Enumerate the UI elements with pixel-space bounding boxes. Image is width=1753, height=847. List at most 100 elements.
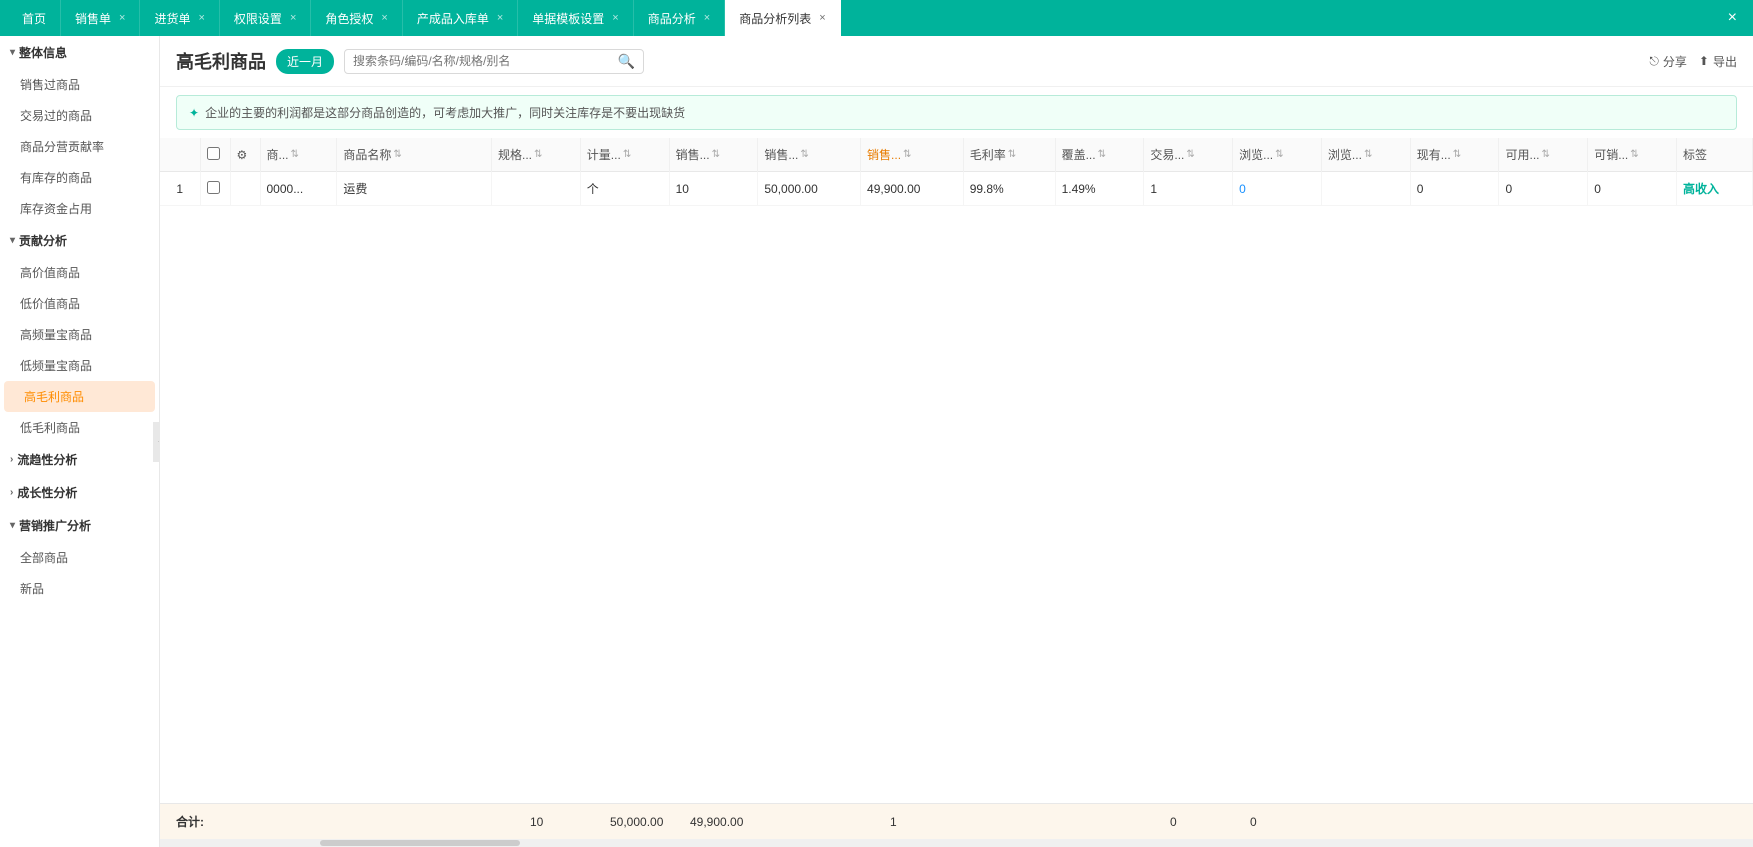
nav-home[interactable]: 首页 (8, 0, 61, 36)
sidebar-group-growth: › 成长性分析 (0, 476, 159, 509)
sidebar-item-stocked-goods[interactable]: 有库存的商品 (0, 162, 159, 193)
info-icon: ✦ (189, 106, 199, 120)
sort-sellable: ⇅ (1630, 149, 1638, 160)
main-layout: « ▾ 整体信息 销售过商品 交易过的商品 商品分营贡献率 有库存的商品 库存资… (0, 36, 1753, 847)
sidebar-item-high-value[interactable]: 高价值商品 (0, 257, 159, 288)
sidebar-group-asset-title[interactable]: ▾ 贡献分析 (0, 224, 159, 257)
col-tag: 标签 (1677, 138, 1753, 172)
cell-browse2 (1321, 172, 1410, 206)
footer-current-stock: 0 (1164, 815, 1244, 829)
sidebar-group-asset: ▾ 贡献分析 高价值商品 低价值商品 高频量宝商品 低频量宝商品 高毛利商品 低… (0, 224, 159, 443)
footer-available: 0 (1244, 815, 1324, 829)
cell-trade-times: 1 (1144, 172, 1233, 206)
nav-purchase[interactable]: 进货单 × (140, 0, 219, 36)
col-sales-qty[interactable]: 销售...⇅ (669, 138, 758, 172)
sidebar-item-low-freq[interactable]: 低频量宝商品 (0, 350, 159, 381)
table-header-row: ⚙ 商...⇅ 商品名称⇅ 规格...⇅ 计量...⇅ (160, 138, 1753, 172)
sidebar-item-traded-goods[interactable]: 交易过的商品 (0, 100, 159, 131)
sidebar-item-sales-goods[interactable]: 销售过商品 (0, 69, 159, 100)
close-goods-analysis[interactable]: × (704, 12, 710, 24)
sort-sales-profit: ⇅ (903, 149, 911, 160)
sort-current-stock: ⇅ (1453, 149, 1461, 160)
search-input[interactable] (353, 54, 612, 68)
nav-role[interactable]: 角色授权 × (311, 0, 402, 36)
close-goods-analysis-list[interactable]: × (819, 12, 825, 24)
sidebar-item-goods-contribution[interactable]: 商品分营贡献率 (0, 131, 159, 162)
sidebar-item-high-freq[interactable]: 高频量宝商品 (0, 319, 159, 350)
col-spec[interactable]: 规格...⇅ (492, 138, 581, 172)
horizontal-scrollbar-thumb[interactable] (320, 840, 520, 846)
col-available[interactable]: 可用...⇅ (1499, 138, 1588, 172)
sort-browse1: ⇅ (1275, 149, 1283, 160)
cell-row-num: 1 (160, 172, 200, 206)
sidebar-collapse-btn[interactable]: « (153, 422, 160, 462)
sidebar-item-inventory-ratio[interactable]: 库存资金占用 (0, 193, 159, 224)
col-browse2[interactable]: 浏览...⇅ (1321, 138, 1410, 172)
nav-goods-analysis[interactable]: 商品分析 × (634, 0, 725, 36)
sidebar-group-growth-title[interactable]: › 成长性分析 (0, 476, 159, 509)
arrow-growth: › (10, 487, 13, 498)
cell-sales-profit: 49,900.00 (861, 172, 964, 206)
col-coverage[interactable]: 覆盖...⇅ (1055, 138, 1144, 172)
col-settings[interactable]: ⚙ (230, 138, 260, 172)
sidebar-group-marketing-title[interactable]: ▾ 营销推广分析 (0, 509, 159, 542)
settings-icon[interactable]: ⚙ (237, 148, 248, 162)
arrow-marketing: ▾ (10, 520, 15, 531)
share-btn[interactable]: ⎋ 分享 (1649, 53, 1687, 70)
sidebar-group-overall-title[interactable]: ▾ 整体信息 (0, 36, 159, 69)
close-template[interactable]: × (612, 12, 618, 24)
select-all-checkbox[interactable] (207, 147, 220, 160)
global-close-btn[interactable]: × (1720, 9, 1745, 27)
col-unit[interactable]: 计量...⇅ (580, 138, 669, 172)
close-permission[interactable]: × (290, 12, 296, 24)
col-margin-rate[interactable]: 毛利率⇅ (963, 138, 1055, 172)
cell-current-stock: 0 (1410, 172, 1499, 206)
col-sales-profit[interactable]: 销售...⇅ (861, 138, 964, 172)
col-sellable[interactable]: 可销...⇅ (1588, 138, 1677, 172)
col-browse1[interactable]: 浏览...⇅ (1233, 138, 1322, 172)
cell-checkbox[interactable] (200, 172, 230, 206)
nav-product-stock[interactable]: 产成品入库单 × (403, 0, 518, 36)
sidebar-group-overall: ▾ 整体信息 销售过商品 交易过的商品 商品分营贡献率 有库存的商品 库存资金占… (0, 36, 159, 224)
sidebar-item-low-margin[interactable]: 低毛利商品 (0, 412, 159, 443)
footer-sales-amount: 50,000.00 (604, 815, 684, 829)
filter-recent-month-btn[interactable]: 近一月 (276, 49, 334, 74)
cell-browse1[interactable]: 0 (1233, 172, 1322, 206)
bottom-scrollbar[interactable] (160, 839, 1753, 847)
sidebar-item-new-goods[interactable]: 新品 (0, 573, 159, 604)
nav-template[interactable]: 单据模板设置 × (518, 0, 633, 36)
close-role[interactable]: × (381, 12, 387, 24)
nav-sales[interactable]: 销售单 × (61, 0, 140, 36)
export-btn[interactable]: ⬆ 导出 (1699, 53, 1737, 70)
cell-coverage: 1.49% (1055, 172, 1144, 206)
col-sku-name[interactable]: 商品名称⇅ (337, 138, 492, 172)
sort-spec: ⇅ (534, 149, 542, 160)
cell-sellable: 0 (1588, 172, 1677, 206)
top-nav: 首页 销售单 × 进货单 × 权限设置 × 角色授权 × 产成品入库单 × 单据… (0, 0, 1753, 36)
sidebar-group-marketing: ▾ 营销推广分析 全部商品 新品 (0, 509, 159, 604)
nav-goods-analysis-list[interactable]: 商品分析列表 × (725, 0, 840, 36)
sidebar-item-all-goods[interactable]: 全部商品 (0, 542, 159, 573)
info-banner: ✦ 企业的主要的利润都是这部分商品创造的，可考虑加大推广，同时关注库存是不要出现… (176, 95, 1737, 130)
col-current-stock[interactable]: 现有...⇅ (1410, 138, 1499, 172)
close-sales[interactable]: × (119, 12, 125, 24)
sort-sales-amount: ⇅ (800, 149, 808, 160)
footer-spacer2 (964, 815, 1164, 829)
row-checkbox[interactable] (207, 181, 220, 194)
sidebar-group-trend-title[interactable]: › 流趋性分析 (0, 443, 159, 476)
nav-permission[interactable]: 权限设置 × (220, 0, 311, 36)
close-purchase[interactable]: × (198, 12, 204, 24)
col-sales-amount[interactable]: 销售...⇅ (758, 138, 861, 172)
close-product-stock[interactable]: × (497, 12, 503, 24)
col-sku-code[interactable]: 商...⇅ (260, 138, 337, 172)
table-footer: 合计: 10 50,000.00 49,900.00 1 0 0 (160, 803, 1753, 839)
export-icon: ⬆ (1699, 54, 1709, 68)
sort-margin-rate: ⇅ (1008, 149, 1016, 160)
header-actions: ⎋ 分享 ⬆ 导出 (1649, 53, 1737, 70)
search-icon[interactable]: 🔍 (618, 53, 635, 70)
cell-sales-amount: 50,000.00 (758, 172, 861, 206)
sidebar-item-low-value[interactable]: 低价值商品 (0, 288, 159, 319)
footer-trade-times: 1 (884, 815, 964, 829)
col-trade-times[interactable]: 交易...⇅ (1144, 138, 1233, 172)
sidebar-item-high-margin[interactable]: 高毛利商品 (4, 381, 155, 412)
